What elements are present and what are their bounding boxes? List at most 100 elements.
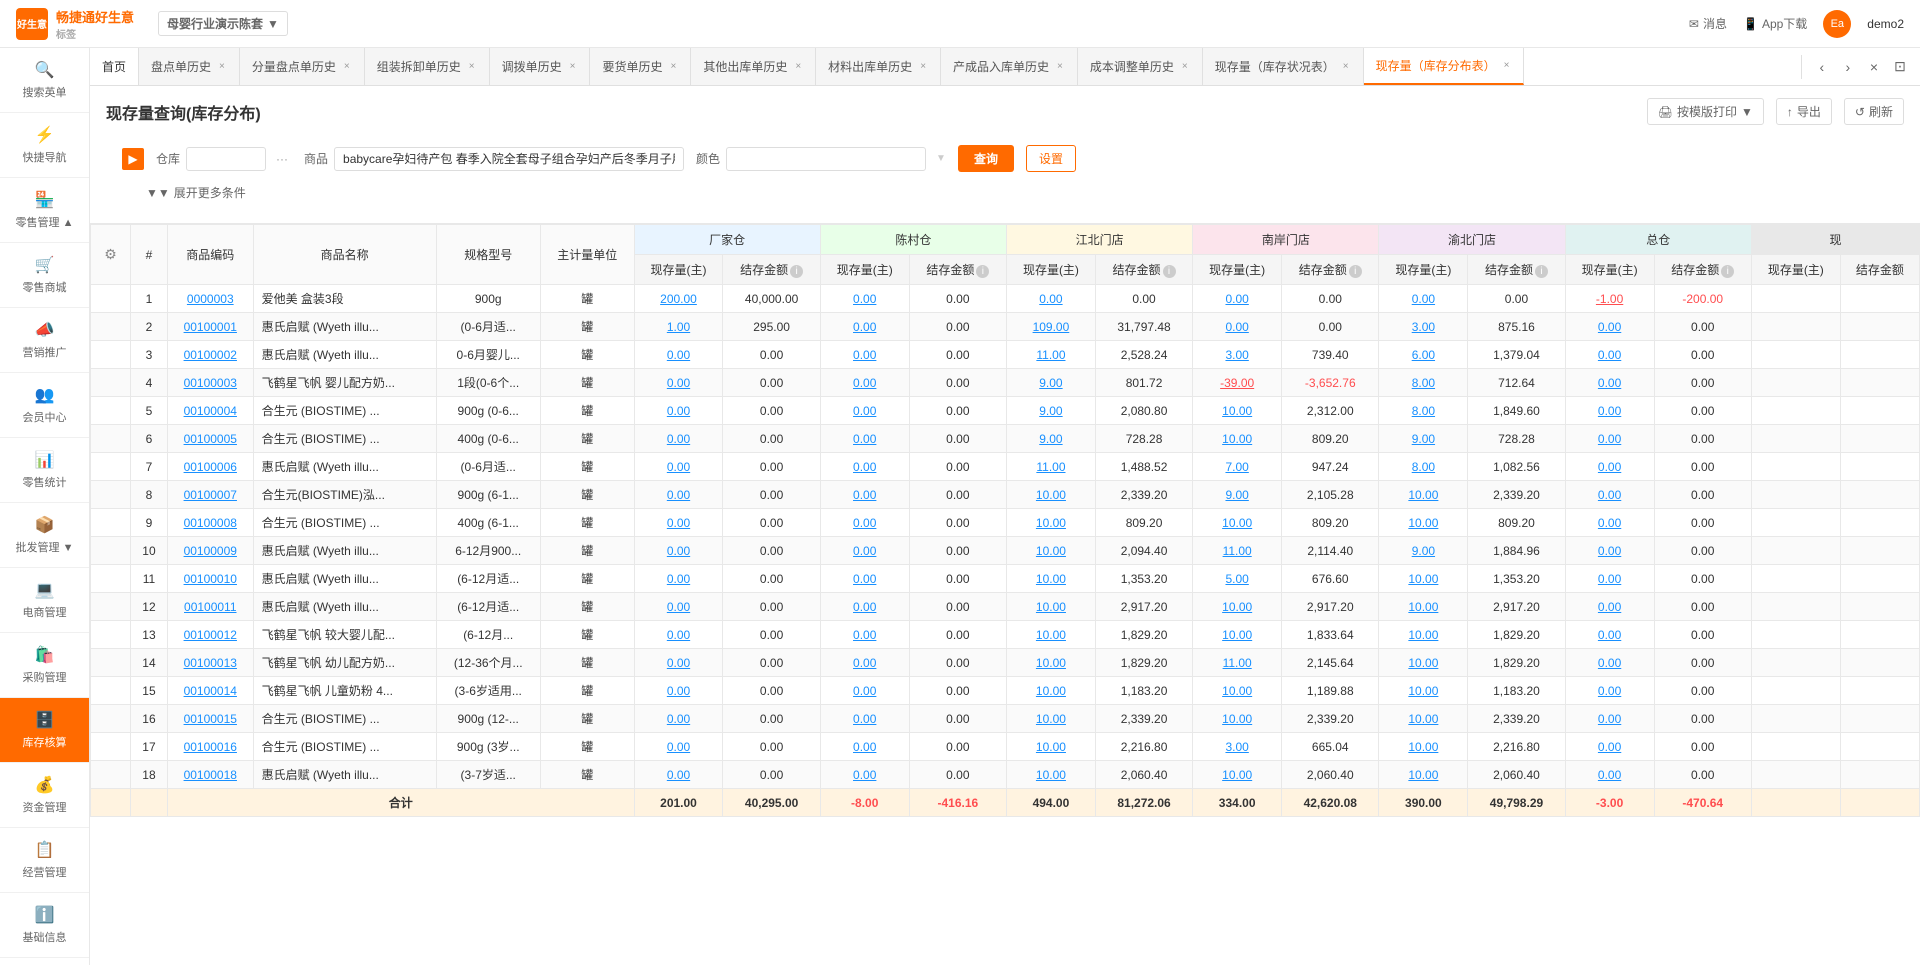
table-cell[interactable]: 11.00	[1193, 649, 1282, 677]
table-cell[interactable]: 0.00	[820, 509, 909, 537]
table-cell[interactable]: 10.00	[1379, 593, 1468, 621]
table-cell[interactable]: 00100008	[167, 509, 253, 537]
tab-finished-inbound-close[interactable]: ×	[1055, 60, 1065, 73]
table-cell[interactable]: 0.00	[1565, 593, 1654, 621]
search-expand-arrow[interactable]: ▶	[122, 148, 144, 170]
table-cell[interactable]: 0.00	[1565, 705, 1654, 733]
table-cell[interactable]: 0.00	[634, 481, 723, 509]
table-cell[interactable]: 0.00	[820, 481, 909, 509]
table-cell[interactable]: 10.00	[1379, 621, 1468, 649]
table-cell[interactable]: 9.00	[1379, 537, 1468, 565]
table-cell[interactable]: 0.00	[634, 761, 723, 789]
table-cell[interactable]: 0.00	[820, 425, 909, 453]
table-cell[interactable]: 9.00	[1007, 425, 1096, 453]
table-container[interactable]: ⚙ # 商品编码 商品名称 规格型号 主计量单位 厂家仓 陈村仓 江北门店 南岸…	[90, 224, 1920, 965]
expand-more-btn[interactable]: ▼▼ 展开更多条件	[146, 180, 246, 205]
table-cell[interactable]: 5.00	[1193, 565, 1282, 593]
table-cell[interactable]: 9.00	[1007, 397, 1096, 425]
sidebar-item-marketing[interactable]: 📣 营销推广	[0, 308, 89, 373]
setting-btn[interactable]: 设置	[1026, 145, 1076, 172]
table-cell[interactable]: 0.00	[1565, 649, 1654, 677]
table-cell[interactable]: 0000003	[167, 285, 253, 313]
table-cell[interactable]: 0.00	[634, 705, 723, 733]
table-cell[interactable]: 0.00	[820, 537, 909, 565]
table-cell[interactable]: 10.00	[1379, 565, 1468, 593]
table-cell[interactable]: 0.00	[820, 453, 909, 481]
table-cell[interactable]: 0.00	[820, 593, 909, 621]
jiangbei-info-icon[interactable]: i	[1163, 265, 1176, 278]
tab-other-outbound-close[interactable]: ×	[793, 60, 803, 73]
nanan-info-icon[interactable]: i	[1349, 265, 1362, 278]
sidebar-item-ecom[interactable]: 💻 电商管理	[0, 568, 89, 633]
tab-assembly-close[interactable]: ×	[467, 60, 477, 73]
sidebar-item-purchase[interactable]: 🛍️ 采购管理	[0, 633, 89, 698]
table-cell[interactable]: 0.00	[1193, 285, 1282, 313]
table-cell[interactable]: 00100016	[167, 733, 253, 761]
col-settings[interactable]: ⚙	[91, 225, 131, 285]
tab-menu-btn[interactable]: ⊡	[1888, 55, 1912, 79]
table-cell[interactable]: 10.00	[1379, 649, 1468, 677]
tab-prev-btn[interactable]: ‹	[1810, 55, 1834, 79]
table-cell[interactable]: 7.00	[1193, 453, 1282, 481]
table-cell[interactable]: 0.00	[820, 649, 909, 677]
goods-input[interactable]	[334, 147, 684, 171]
table-cell[interactable]: 10.00	[1007, 537, 1096, 565]
industry-selector[interactable]: 母婴行业演示陈套 ▼	[158, 11, 288, 36]
table-cell[interactable]: 10.00	[1193, 425, 1282, 453]
table-cell[interactable]: 0.00	[634, 537, 723, 565]
table-cell[interactable]: 10.00	[1379, 677, 1468, 705]
table-cell[interactable]: 0.00	[1565, 341, 1654, 369]
table-cell[interactable]: 6.00	[1379, 341, 1468, 369]
table-cell[interactable]: 0.00	[1193, 313, 1282, 341]
tab-inventory-dist-close[interactable]: ×	[1502, 59, 1512, 72]
table-cell[interactable]: 11.00	[1007, 453, 1096, 481]
table-cell[interactable]: 8.00	[1379, 397, 1468, 425]
yubei-info-icon[interactable]: i	[1535, 265, 1548, 278]
table-cell[interactable]: 1.00	[634, 313, 723, 341]
table-cell[interactable]: 00100002	[167, 341, 253, 369]
table-cell[interactable]: 0.00	[1565, 677, 1654, 705]
table-cell[interactable]: 00100014	[167, 677, 253, 705]
table-cell[interactable]: 10.00	[1193, 397, 1282, 425]
table-cell[interactable]: 0.00	[1565, 481, 1654, 509]
query-btn[interactable]: 查询	[958, 145, 1014, 172]
table-cell[interactable]: 10.00	[1007, 509, 1096, 537]
chencun-info-icon[interactable]: i	[976, 265, 989, 278]
tab-next-btn[interactable]: ›	[1836, 55, 1860, 79]
table-cell[interactable]: 00100006	[167, 453, 253, 481]
tab-assembly[interactable]: 组装拆卸单历史 ×	[365, 48, 490, 85]
sidebar-item-retail-mgmt[interactable]: 🏪 零售管理 ▲	[0, 178, 89, 243]
table-cell[interactable]: 10.00	[1193, 705, 1282, 733]
table-cell[interactable]: 0.00	[820, 397, 909, 425]
refresh-btn[interactable]: ↺ 刷新	[1844, 98, 1904, 125]
table-cell[interactable]: 00100004	[167, 397, 253, 425]
table-cell[interactable]: 10.00	[1007, 733, 1096, 761]
sidebar-item-basic[interactable]: ℹ️ 基础信息	[0, 893, 89, 958]
table-cell[interactable]: 10.00	[1007, 593, 1096, 621]
table-cell[interactable]: 0.00	[820, 313, 909, 341]
table-cell[interactable]: 0.00	[634, 733, 723, 761]
tab-close-all-btn[interactable]: ×	[1862, 59, 1886, 75]
warehouse-input[interactable]	[186, 147, 266, 171]
color-input[interactable]	[726, 147, 926, 171]
tab-requisition[interactable]: 要货单历史 ×	[590, 48, 691, 85]
tab-stocktake-close[interactable]: ×	[217, 60, 227, 73]
tab-inventory-dist[interactable]: 现存量（库存分布表） ×	[1364, 48, 1525, 85]
table-cell[interactable]: 0.00	[820, 621, 909, 649]
table-cell[interactable]: 200.00	[634, 285, 723, 313]
table-cell[interactable]: 00100005	[167, 425, 253, 453]
table-cell[interactable]: 10.00	[1007, 677, 1096, 705]
tab-inventory-status[interactable]: 现存量（库存状况表） ×	[1203, 48, 1364, 85]
table-cell[interactable]: 10.00	[1007, 565, 1096, 593]
table-cell[interactable]: 10.00	[1007, 705, 1096, 733]
sidebar-item-nav[interactable]: ⚡ 快捷导航	[0, 113, 89, 178]
sidebar-item-search[interactable]: 🔍 搜索英单	[0, 48, 89, 113]
table-cell[interactable]: 109.00	[1007, 313, 1096, 341]
tab-stocktake-sub-close[interactable]: ×	[342, 60, 352, 73]
tab-cost-adjust[interactable]: 成本调整单历史 ×	[1078, 48, 1203, 85]
table-cell[interactable]: 10.00	[1379, 481, 1468, 509]
table-cell[interactable]: 3.00	[1379, 313, 1468, 341]
table-cell[interactable]: 0.00	[820, 677, 909, 705]
table-cell[interactable]: 0.00	[634, 425, 723, 453]
table-cell[interactable]: 0.00	[634, 369, 723, 397]
